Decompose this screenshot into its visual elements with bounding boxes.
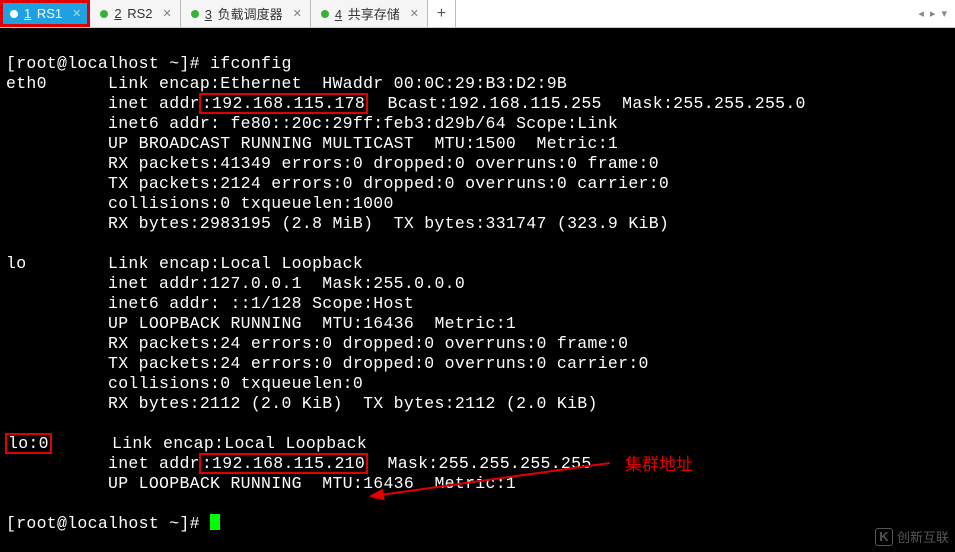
close-icon[interactable]: ✕ <box>293 7 302 20</box>
eth0-inet-rest: Bcast:192.168.115.255 Mask:255.255.255.0 <box>367 94 806 113</box>
lo-bytes: RX bytes:2112 (2.0 KiB) TX bytes:2112 (2… <box>108 394 598 413</box>
new-tab-button[interactable]: + <box>428 0 456 27</box>
status-dot-icon <box>10 10 18 18</box>
eth0-coll: collisions:0 txqueuelen:1000 <box>108 194 394 213</box>
tab-label: RS1 <box>37 6 62 21</box>
tab-label: RS2 <box>127 6 152 21</box>
tab-number: 3 <box>205 7 212 22</box>
eth0-bytes: RX bytes:2983195 (2.8 MiB) TX bytes:3317… <box>108 214 669 233</box>
tab-rs2[interactable]: 2 RS2 ✕ <box>90 0 180 27</box>
lo-flags: UP LOOPBACK RUNNING MTU:16436 Metric:1 <box>108 314 516 333</box>
tab-menu-icon[interactable]: ▾ <box>941 7 947 20</box>
tab-number: 4 <box>335 7 342 22</box>
lo-coll: collisions:0 txqueuelen:0 <box>108 374 363 393</box>
shell-prompt: [root@localhost ~]# <box>6 54 200 73</box>
tab-bar: 1 RS1 ✕ 2 RS2 ✕ 3 负载调度器 ✕ 4 共享存储 ✕ + ◂ ▸… <box>0 0 955 28</box>
annotation-arrow-icon <box>370 455 620 505</box>
eth0-flags: UP BROADCAST RUNNING MULTICAST MTU:1500 … <box>108 134 618 153</box>
watermark-logo-icon: K <box>875 528 893 546</box>
status-dot-icon <box>321 10 329 18</box>
lo0-link: Link encap:Local Loopback <box>112 434 367 453</box>
tab-shared-storage[interactable]: 4 共享存储 ✕ <box>311 0 428 27</box>
eth0-inet-label: inet addr <box>108 94 200 113</box>
shell-prompt: [root@localhost ~]# <box>6 514 200 533</box>
lo-link: Link encap:Local Loopback <box>108 254 363 273</box>
tab-nav: ◂ ▸ ▾ <box>910 0 955 27</box>
tab-next-icon[interactable]: ▸ <box>930 7 936 20</box>
watermark: K 创新互联 <box>875 527 949 546</box>
close-icon[interactable]: ✕ <box>410 7 419 20</box>
tab-load-scheduler[interactable]: 3 负载调度器 ✕ <box>181 0 311 27</box>
lo0-ip-highlight: :192.168.115.210 <box>200 454 367 473</box>
cursor-icon <box>210 514 220 530</box>
close-icon[interactable]: ✕ <box>72 7 81 20</box>
tab-number: 1 <box>24 6 31 21</box>
eth0-ip-highlight: :192.168.115.178 <box>200 94 367 113</box>
tab-prev-icon[interactable]: ◂ <box>918 7 924 20</box>
annotation-label: 集群地址 <box>625 450 693 475</box>
iface-name-lo: lo <box>6 254 26 273</box>
lo-rx: RX packets:24 errors:0 dropped:0 overrun… <box>108 334 628 353</box>
tab-label: 负载调度器 <box>218 7 283 22</box>
iface-name-eth0: eth0 <box>6 74 47 93</box>
close-icon[interactable]: ✕ <box>163 7 172 20</box>
lo0-inet-label: inet addr <box>108 454 200 473</box>
eth0-tx: TX packets:2124 errors:0 dropped:0 overr… <box>108 174 669 193</box>
lo-inet: inet addr:127.0.0.1 Mask:255.0.0.0 <box>108 274 465 293</box>
eth0-rx: RX packets:41349 errors:0 dropped:0 over… <box>108 154 659 173</box>
lo-inet6: inet6 addr: ::1/128 Scope:Host <box>108 294 414 313</box>
status-dot-icon <box>100 10 108 18</box>
tab-rs1[interactable]: 1 RS1 ✕ <box>0 0 90 27</box>
tab-label: 共享存储 <box>348 7 400 22</box>
lo-tx: TX packets:24 errors:0 dropped:0 overrun… <box>108 354 649 373</box>
iface-name-lo0-highlight: lo:0 <box>6 434 51 453</box>
shell-command: ifconfig <box>210 54 292 73</box>
eth0-link: Link encap:Ethernet HWaddr 00:0C:29:B3:D… <box>108 74 567 93</box>
eth0-inet6: inet6 addr: fe80::20c:29ff:feb3:d29b/64 … <box>108 114 618 133</box>
status-dot-icon <box>191 10 199 18</box>
watermark-text: 创新互联 <box>897 527 949 546</box>
tab-number: 2 <box>114 6 121 21</box>
